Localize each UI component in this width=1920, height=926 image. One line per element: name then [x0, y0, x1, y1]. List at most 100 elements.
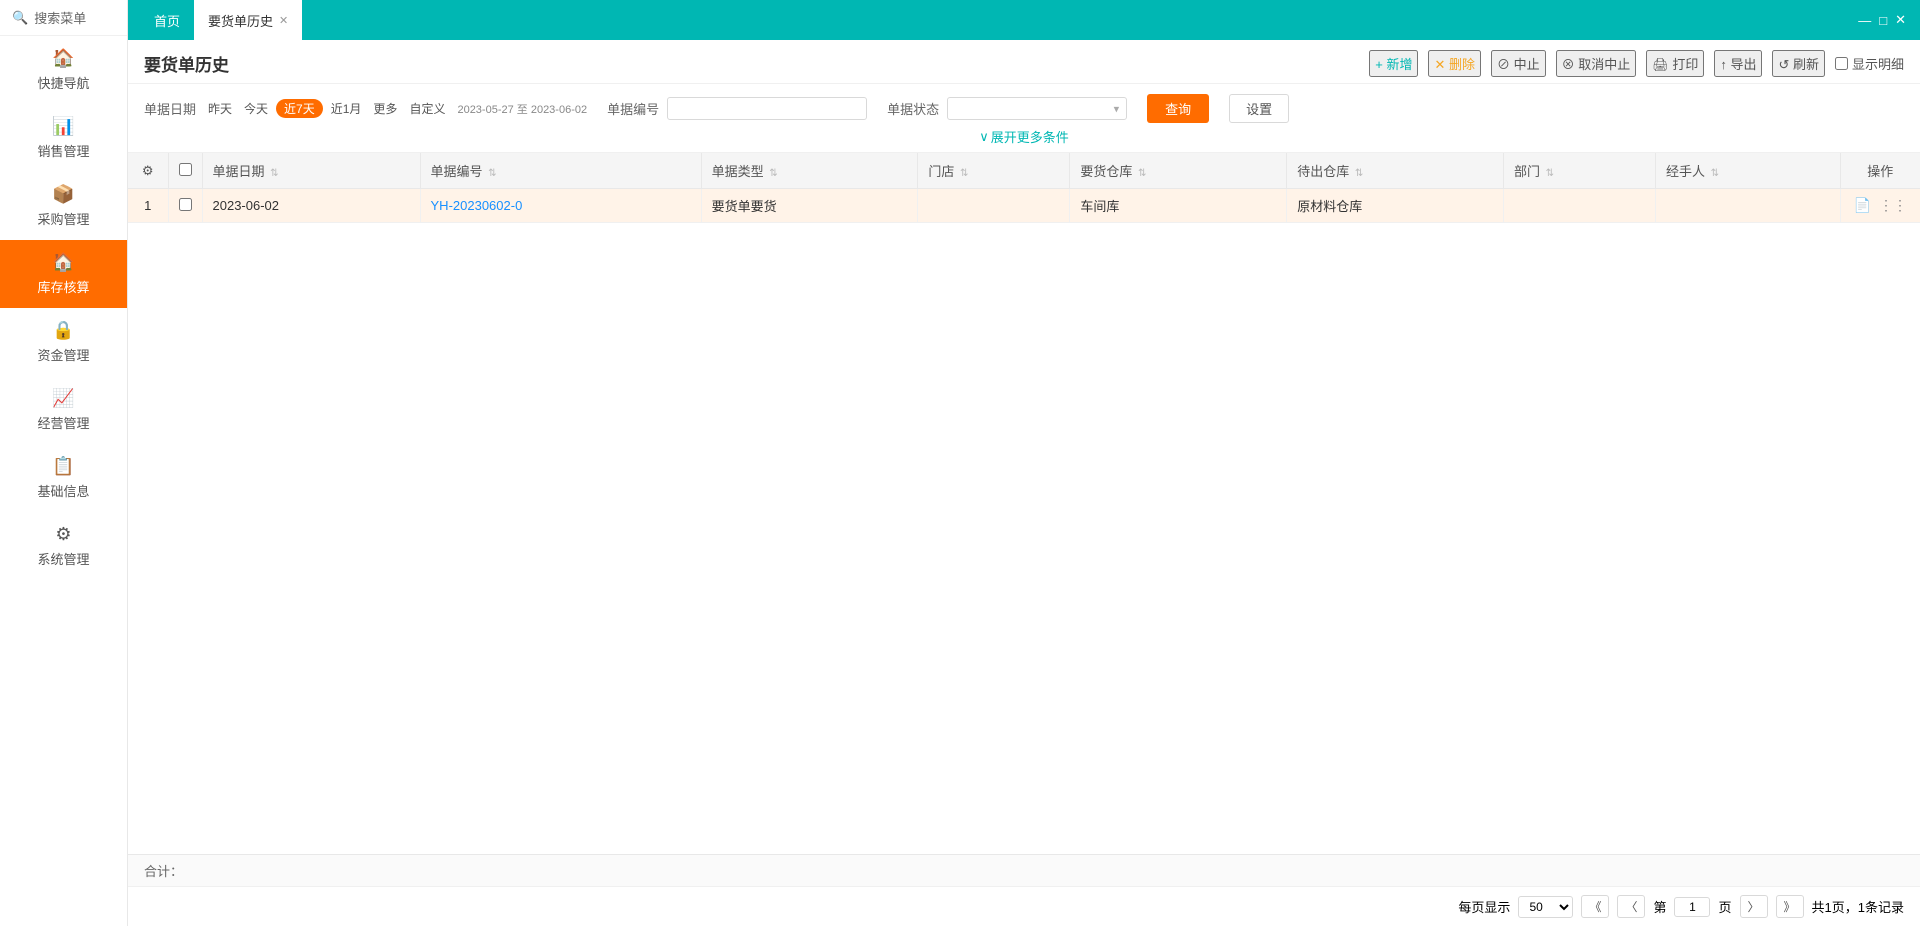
date-btn-1month[interactable]: 近1月: [327, 99, 366, 118]
row-check[interactable]: [168, 189, 202, 223]
th-check[interactable]: [168, 153, 202, 189]
sidebar-item-inventory[interactable]: 🏠 库存核算: [0, 240, 127, 308]
row-num: 1: [128, 189, 168, 223]
sidebar-item-label: 销售管理: [37, 141, 89, 160]
expand-chevron-icon: ∨: [979, 129, 989, 145]
sidebar-item-label: 采购管理: [37, 209, 89, 228]
setting-button[interactable]: 设置: [1229, 94, 1289, 123]
sort-icon-type: ⇅: [769, 168, 777, 179]
maximize-button[interactable]: □: [1877, 13, 1889, 28]
date-range-display: 2023-05-27 至 2023-06-02: [457, 101, 587, 117]
doc-status-select[interactable]: [947, 97, 1127, 120]
th-settings[interactable]: ⚙: [128, 153, 168, 189]
th-store[interactable]: 门店 ⇅: [918, 153, 1070, 189]
tab-home[interactable]: 首页: [140, 0, 194, 40]
date-buttons: 昨天 今天 近7天 近1月 更多 自定义: [204, 99, 449, 118]
footer-summary: 合计：: [128, 854, 1920, 886]
th-handler[interactable]: 经手人 ⇅: [1656, 153, 1840, 189]
date-btn-today[interactable]: 今天: [240, 99, 272, 118]
query-button[interactable]: 查询: [1147, 94, 1209, 123]
page-header: 要货单历史 + 新增 ✕ 删除 ⊘ 中止 ⊗ 取消中止 🖨 打印 ↑ 导出 ↺ …: [128, 40, 1920, 84]
data-table: ⚙ 单据日期 ⇅ 单据编号 ⇅ 单据类型 ⇅ 门店 ⇅ 要货仓库 ⇅ 待出仓库 …: [128, 153, 1920, 223]
sidebar-item-purchase[interactable]: 📦 采购管理: [0, 172, 127, 240]
first-page-button[interactable]: 《: [1581, 895, 1609, 918]
row-checkbox[interactable]: [179, 198, 192, 211]
search-icon: 🔍: [12, 10, 28, 26]
suspend-button[interactable]: ⊘ 中止: [1491, 50, 1546, 77]
page-number-input[interactable]: [1674, 897, 1710, 917]
sidebar-item-quick-nav[interactable]: 🏠 快捷导航: [0, 36, 127, 104]
th-ops: 操作: [1840, 153, 1920, 189]
filter-row-1: 单据日期 昨天 今天 近7天 近1月 更多 自定义 2023-05-27 至 2…: [144, 94, 1904, 123]
date-filter-group: 单据日期 昨天 今天 近7天 近1月 更多 自定义 2023-05-27 至 2…: [144, 99, 587, 118]
row-store: [918, 189, 1070, 223]
box-icon: 📦: [52, 184, 74, 205]
row-no-link[interactable]: YH-20230602-0: [431, 198, 523, 213]
doc-no-filter-group: 单据编号: [607, 97, 867, 120]
row-dept: [1504, 189, 1656, 223]
sidebar-item-label: 基础信息: [37, 481, 89, 500]
doc-status-filter-group: 单据状态: [887, 97, 1127, 120]
sidebar-search-label: 搜索菜单: [34, 8, 86, 27]
show-detail-label: 显示明细: [1852, 54, 1904, 73]
row-type: 要货单要货: [701, 189, 918, 223]
th-req-warehouse[interactable]: 要货仓库 ⇅: [1070, 153, 1287, 189]
expand-more-button[interactable]: ∨ 展开更多条件: [979, 127, 1069, 146]
tab-close-icon[interactable]: ✕: [279, 14, 288, 27]
print-button[interactable]: 🖨 打印: [1646, 50, 1704, 77]
sidebar-item-sales[interactable]: 📊 销售管理: [0, 104, 127, 172]
export-button[interactable]: ↑ 导出: [1714, 50, 1762, 77]
prev-page-button[interactable]: 〈: [1617, 895, 1645, 918]
sidebar-item-finance[interactable]: 🔒 资金管理: [0, 308, 127, 376]
th-pending-warehouse[interactable]: 待出仓库 ⇅: [1287, 153, 1504, 189]
delete-button[interactable]: ✕ 删除: [1428, 50, 1481, 77]
doc-no-input[interactable]: [667, 97, 867, 120]
tab-requisition-history[interactable]: 要货单历史 ✕: [194, 0, 302, 40]
page-size-select[interactable]: 10 20 50 100: [1518, 896, 1573, 918]
minimize-button[interactable]: —: [1856, 13, 1873, 28]
date-btn-yesterday[interactable]: 昨天: [204, 99, 236, 118]
edit-icon[interactable]: 📄: [1854, 197, 1871, 214]
sort-icon-dept: ⇅: [1546, 168, 1554, 179]
total-info: 共1页，1条记录: [1812, 897, 1904, 916]
close-button[interactable]: ✕: [1893, 12, 1908, 28]
date-btn-7days[interactable]: 近7天: [276, 99, 323, 118]
th-type[interactable]: 单据类型 ⇅: [701, 153, 918, 189]
new-button[interactable]: + 新增: [1369, 50, 1418, 77]
sort-icon-handler: ⇅: [1711, 168, 1719, 179]
page-size-label: 每页显示: [1458, 897, 1510, 916]
last-page-button[interactable]: 》: [1776, 895, 1804, 918]
sidebar: 🔍 搜索菜单 🏠 快捷导航 📊 销售管理 📦 采购管理 🏠 库存核算 🔒 资金管…: [0, 0, 128, 926]
refresh-button[interactable]: ↺ 刷新: [1772, 50, 1825, 77]
summary-label: 合计：: [144, 864, 183, 879]
show-detail-checkbox[interactable]: [1835, 57, 1848, 70]
sort-icon-store: ⇅: [960, 168, 968, 179]
inventory-icon: 🏠: [52, 252, 74, 273]
sidebar-item-label: 经营管理: [37, 413, 89, 432]
sidebar-item-system[interactable]: ⚙ 系统管理: [0, 512, 127, 580]
more-icon[interactable]: ⋮⋮: [1879, 197, 1907, 214]
sidebar-item-basic-info[interactable]: 📋 基础信息: [0, 444, 127, 512]
th-date[interactable]: 单据日期 ⇅: [202, 153, 420, 189]
page-label-before: 第: [1653, 897, 1666, 916]
select-all-checkbox[interactable]: [179, 163, 192, 176]
row-no: YH-20230602-0: [420, 189, 701, 223]
cancel-suspend-button[interactable]: ⊗ 取消中止: [1556, 50, 1637, 77]
th-no[interactable]: 单据编号 ⇅: [420, 153, 701, 189]
chart-icon: 📊: [52, 116, 74, 137]
sidebar-item-label: 快捷导航: [37, 73, 89, 92]
date-btn-custom[interactable]: 自定义: [405, 99, 449, 118]
sidebar-search[interactable]: 🔍 搜索菜单: [0, 0, 127, 36]
table-header-row: ⚙ 单据日期 ⇅ 单据编号 ⇅ 单据类型 ⇅ 门店 ⇅ 要货仓库 ⇅ 待出仓库 …: [128, 153, 1920, 189]
lock-icon: 🔒: [52, 320, 74, 341]
next-page-button[interactable]: 〉: [1740, 895, 1768, 918]
date-btn-more[interactable]: 更多: [369, 99, 401, 118]
show-detail-toggle[interactable]: 显示明细: [1835, 54, 1904, 73]
filter-area: 单据日期 昨天 今天 近7天 近1月 更多 自定义 2023-05-27 至 2…: [128, 84, 1920, 153]
sidebar-item-operations[interactable]: 📈 经营管理: [0, 376, 127, 444]
tab-home-label: 首页: [154, 11, 180, 30]
table-row: 1 2023-06-02 YH-20230602-0 要货单要货 车间库 原材料…: [128, 189, 1920, 223]
sort-icon-no: ⇅: [488, 168, 496, 179]
page-title: 要货单历史: [144, 51, 229, 76]
th-dept[interactable]: 部门 ⇅: [1504, 153, 1656, 189]
